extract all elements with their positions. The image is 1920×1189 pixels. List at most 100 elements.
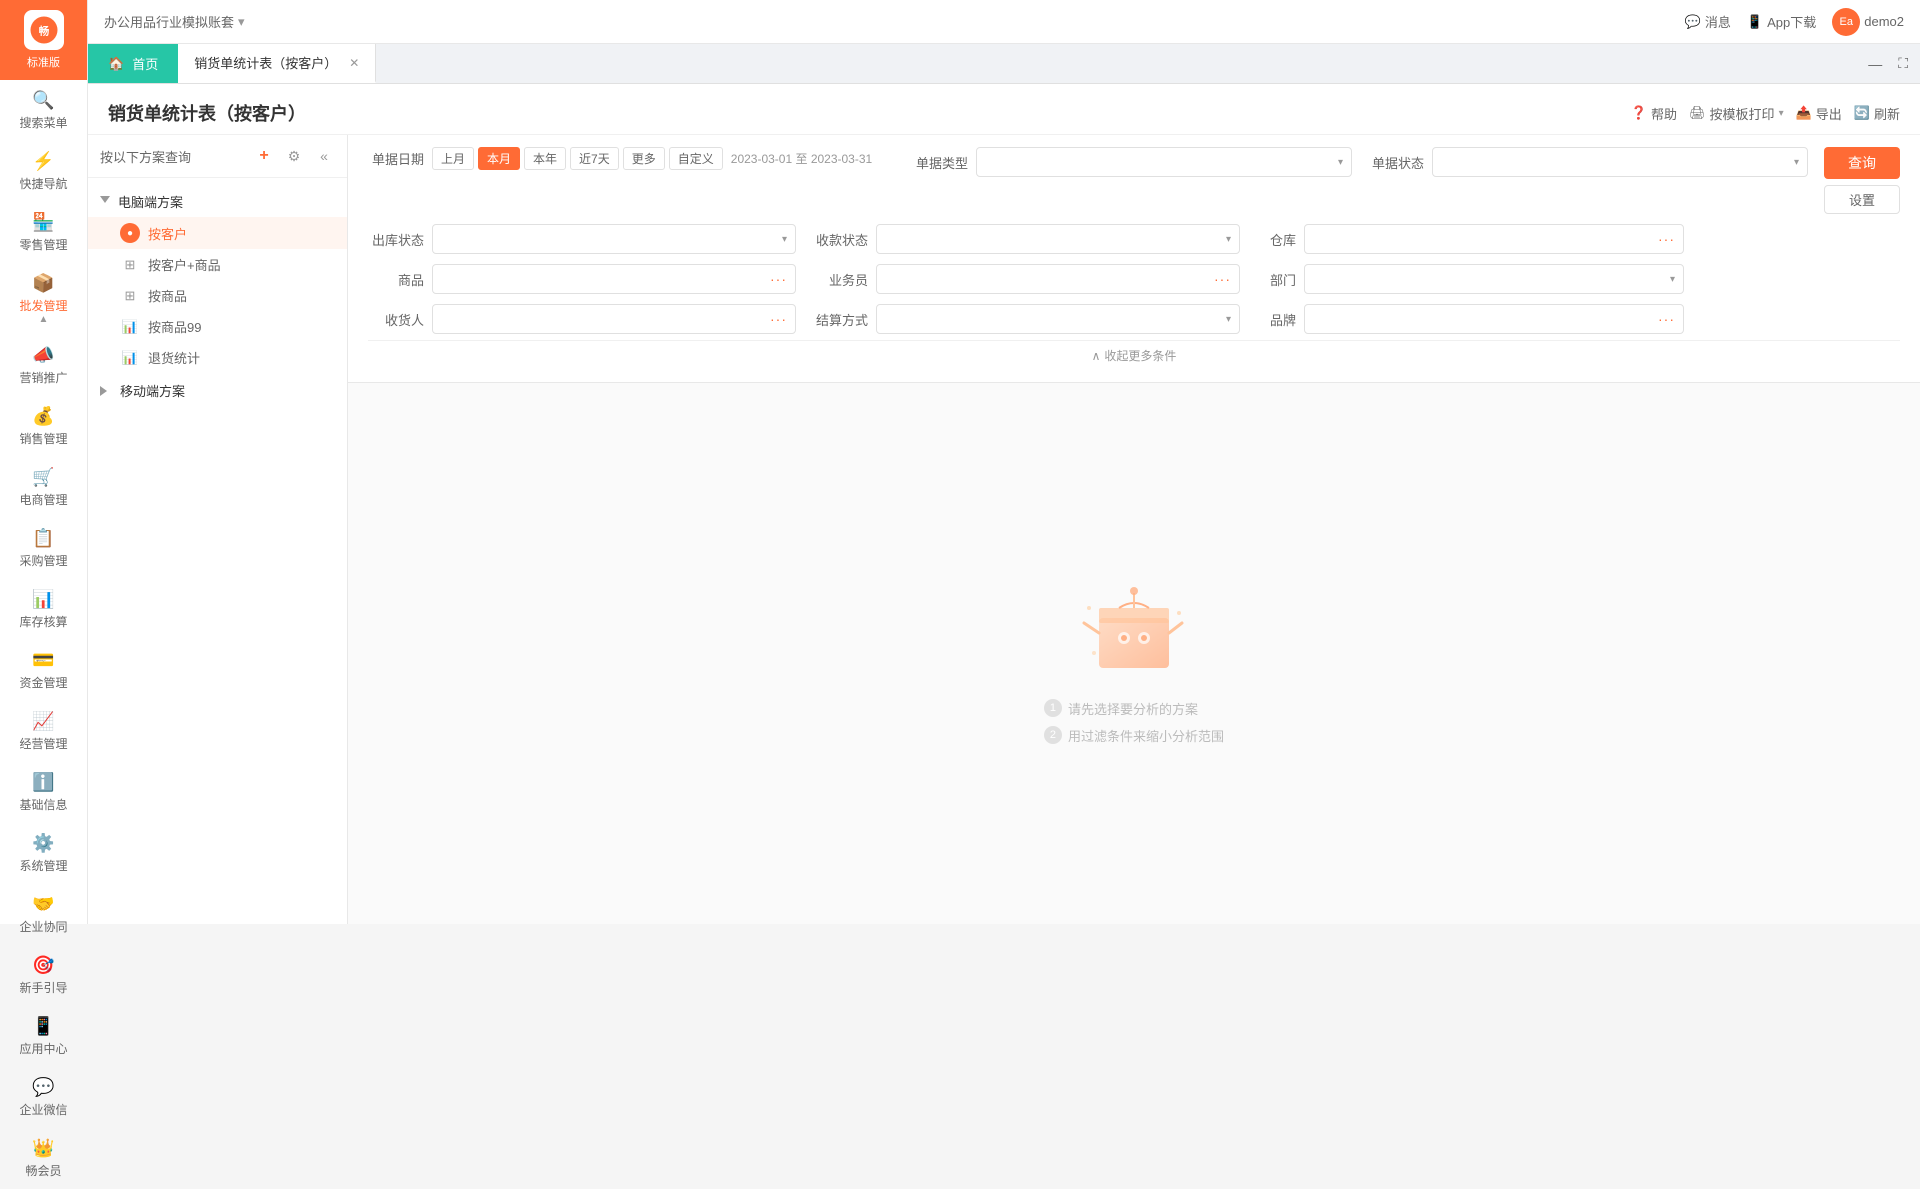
scheme-item-by-product-99[interactable]: 📊 按商品99 xyxy=(88,311,347,342)
sidebar-item-vip[interactable]: 👑 畅会员 xyxy=(0,1128,87,1189)
sidebar-item-finance[interactable]: 💳 资金管理 xyxy=(0,640,87,701)
sidebar-item-label: 应用中心 xyxy=(19,1040,67,1057)
payment-status-select[interactable]: ▾ xyxy=(876,224,1240,254)
export-button[interactable]: 📤 导出 xyxy=(1796,104,1842,123)
user-menu[interactable]: Ea demo2 xyxy=(1832,8,1904,36)
doc-status-label: 单据状态 xyxy=(1368,153,1424,172)
sidebar-item-enterprise[interactable]: 🤝 企业协同 xyxy=(0,884,87,945)
sidebar-item-purchase[interactable]: 📋 采购管理 xyxy=(0,518,87,579)
sidebar-item-label: 企业微信 xyxy=(19,1101,67,1118)
mobile-expand-icon xyxy=(100,386,112,396)
date-btn-last-7days[interactable]: 近7天 xyxy=(570,147,619,170)
sidebar-item-ecommerce[interactable]: 🛒 电商管理 xyxy=(0,457,87,518)
tab-home[interactable]: 🏠 首页 xyxy=(88,44,178,83)
sidebar-item-appstore[interactable]: 📱 应用中心 xyxy=(0,1006,87,1067)
avatar-text: Ea xyxy=(1840,16,1853,28)
brand-input[interactable]: ··· xyxy=(1304,304,1684,334)
sidebar-item-marketing[interactable]: 📣 营销推广 xyxy=(0,335,87,396)
page-content: 销货单统计表（按客户） ❓ 帮助 🖨 按模板打印 ▾ 📤 导出 🔄 刷新 xyxy=(88,84,1920,924)
app-download-button[interactable]: 📱 App下载 xyxy=(1747,12,1816,31)
dept-select[interactable]: ▾ xyxy=(1304,264,1684,294)
scheme-group-desktop-header[interactable]: 电脑端方案 xyxy=(88,186,347,217)
scheme-item-by-customer-product[interactable]: ⊞ 按客户+商品 xyxy=(88,249,347,280)
date-range-display: 2023-03-01 至 2023-03-31 xyxy=(731,150,872,167)
sidebar-item-system[interactable]: ⚙️ 系统管理 xyxy=(0,823,87,884)
sidebar-item-label: 采购管理 xyxy=(19,552,67,569)
scheme-settings-icon[interactable]: ⚙ xyxy=(283,145,305,167)
scheme-group-mobile-header[interactable]: 移动端方案 xyxy=(88,375,347,406)
sidebar-item-label: 营销推广 xyxy=(19,369,67,386)
filter-row-2: 出库状态 ▾ 收款状态 ▾ xyxy=(368,224,1900,254)
receiver-input[interactable]: ··· xyxy=(432,304,796,334)
scheme-add-button[interactable]: + xyxy=(253,145,275,167)
doc-status-select[interactable]: ▾ xyxy=(1432,147,1808,177)
sidebar-item-retail[interactable]: 🏪 零售管理 xyxy=(0,202,87,263)
out-status-select[interactable]: ▾ xyxy=(432,224,796,254)
tip-num-2: 2 xyxy=(1044,726,1062,744)
sidebar-item-inventory[interactable]: 📊 库存核算 xyxy=(0,579,87,640)
date-btn-last-month[interactable]: 上月 xyxy=(432,147,474,170)
logo-icon: 畅 xyxy=(24,10,64,50)
wechat-icon: 💬 xyxy=(32,1077,54,1098)
scheme-item-by-customer[interactable]: ● 按客户 xyxy=(88,217,347,249)
sidebar-item-label: 库存核算 xyxy=(19,613,67,630)
scheme-group-label: 移动端方案 xyxy=(120,381,185,400)
action-buttons: 查询 设置 xyxy=(1824,147,1900,214)
scheme-panel-title: 按以下方案查询 xyxy=(100,147,191,166)
sidebar-item-search-menu[interactable]: 🔍 搜索菜单 xyxy=(0,80,87,141)
sidebar-item-newbie[interactable]: 🎯 新手引导 xyxy=(0,945,87,1006)
scheme-collapse-icon[interactable]: « xyxy=(313,145,335,167)
top-bar-right: 💬 消息 📱 App下载 Ea demo2 xyxy=(1685,8,1904,36)
sidebar-item-wholesale[interactable]: 📦 批发管理 ▲ xyxy=(0,263,87,335)
salesperson-label: 业务员 xyxy=(812,270,868,289)
tab-close-icon[interactable]: ✕ xyxy=(349,56,359,70)
scheme-item-by-product[interactable]: ⊞ 按商品 xyxy=(88,280,347,311)
salesperson-input[interactable]: ··· xyxy=(876,264,1240,294)
warehouse-input[interactable]: ··· xyxy=(1304,224,1684,254)
tab-expand-button[interactable]: ⛶ xyxy=(1894,51,1912,76)
by-product-icon: ⊞ xyxy=(120,288,140,304)
date-btn-more[interactable]: 更多 xyxy=(623,147,665,170)
app-title-dropdown[interactable]: 办公用品行业模拟账套 ▾ xyxy=(104,12,245,31)
tab-minimize-button[interactable]: — xyxy=(1864,52,1886,76)
brand-label: 品牌 xyxy=(1256,310,1296,329)
salesperson-dots-icon: ··· xyxy=(1214,271,1231,287)
sidebar-item-label: 电商管理 xyxy=(19,491,67,508)
doc-type-select[interactable]: ▾ xyxy=(976,147,1352,177)
empty-tip-2-text: 用过滤条件来缩小分析范围 xyxy=(1068,726,1224,745)
message-button[interactable]: 💬 消息 xyxy=(1685,12,1731,31)
scheme-item-return-stats[interactable]: 📊 退货统计 xyxy=(88,342,347,373)
sidebar-item-operations[interactable]: 📈 经营管理 xyxy=(0,701,87,762)
warehouse-label: 仓库 xyxy=(1256,230,1296,249)
logo-area[interactable]: 畅 标准版 xyxy=(0,0,87,80)
collapse-icon: ∧ xyxy=(1092,349,1101,363)
sidebar-item-sales[interactable]: 💰 销售管理 xyxy=(0,396,87,457)
receiver-label: 收货人 xyxy=(368,310,424,329)
refresh-button[interactable]: 🔄 刷新 xyxy=(1854,104,1900,123)
filter-data-panel: 单据日期 上月 本月 本年 近7天 更多 自定义 2023-03-01 至 20… xyxy=(348,135,1920,924)
sidebar-item-label: 批发管理 xyxy=(19,297,67,314)
collapse-bar[interactable]: ∧ 收起更多条件 xyxy=(368,340,1900,370)
query-button[interactable]: 查询 xyxy=(1824,147,1900,179)
date-btn-this-year[interactable]: 本年 xyxy=(524,147,566,170)
settings-button[interactable]: 设置 xyxy=(1824,185,1900,214)
enterprise-icon: 🤝 xyxy=(32,894,54,915)
quick-nav-icon: ⚡ xyxy=(32,151,54,172)
retail-icon: 🏪 xyxy=(32,212,54,233)
date-btn-this-month[interactable]: 本月 xyxy=(478,147,520,170)
print-button[interactable]: 🖨 按模板打印 ▾ xyxy=(1689,104,1784,123)
settlement-select[interactable]: ▾ xyxy=(876,304,1240,334)
sales-icon: 💰 xyxy=(32,406,54,427)
desktop-expand-icon xyxy=(100,196,110,208)
sidebar-item-basic[interactable]: ℹ️ 基础信息 xyxy=(0,762,87,823)
product-input[interactable]: ··· xyxy=(432,264,796,294)
print-dropdown-icon[interactable]: ▾ xyxy=(1779,108,1784,119)
help-button[interactable]: ❓ 帮助 xyxy=(1631,104,1677,123)
tab-sales-stats[interactable]: 销货单统计表（按客户） ✕ xyxy=(178,44,376,83)
sidebar-item-wechat[interactable]: 💬 企业微信 xyxy=(0,1067,87,1128)
return-stats-icon: 📊 xyxy=(120,350,140,366)
date-btn-custom[interactable]: 自定义 xyxy=(669,147,723,170)
home-icon: 🏠 xyxy=(108,56,124,72)
sidebar-item-quick-nav[interactable]: ⚡ 快捷导航 xyxy=(0,141,87,202)
sidebar-item-label: 基础信息 xyxy=(19,796,67,813)
